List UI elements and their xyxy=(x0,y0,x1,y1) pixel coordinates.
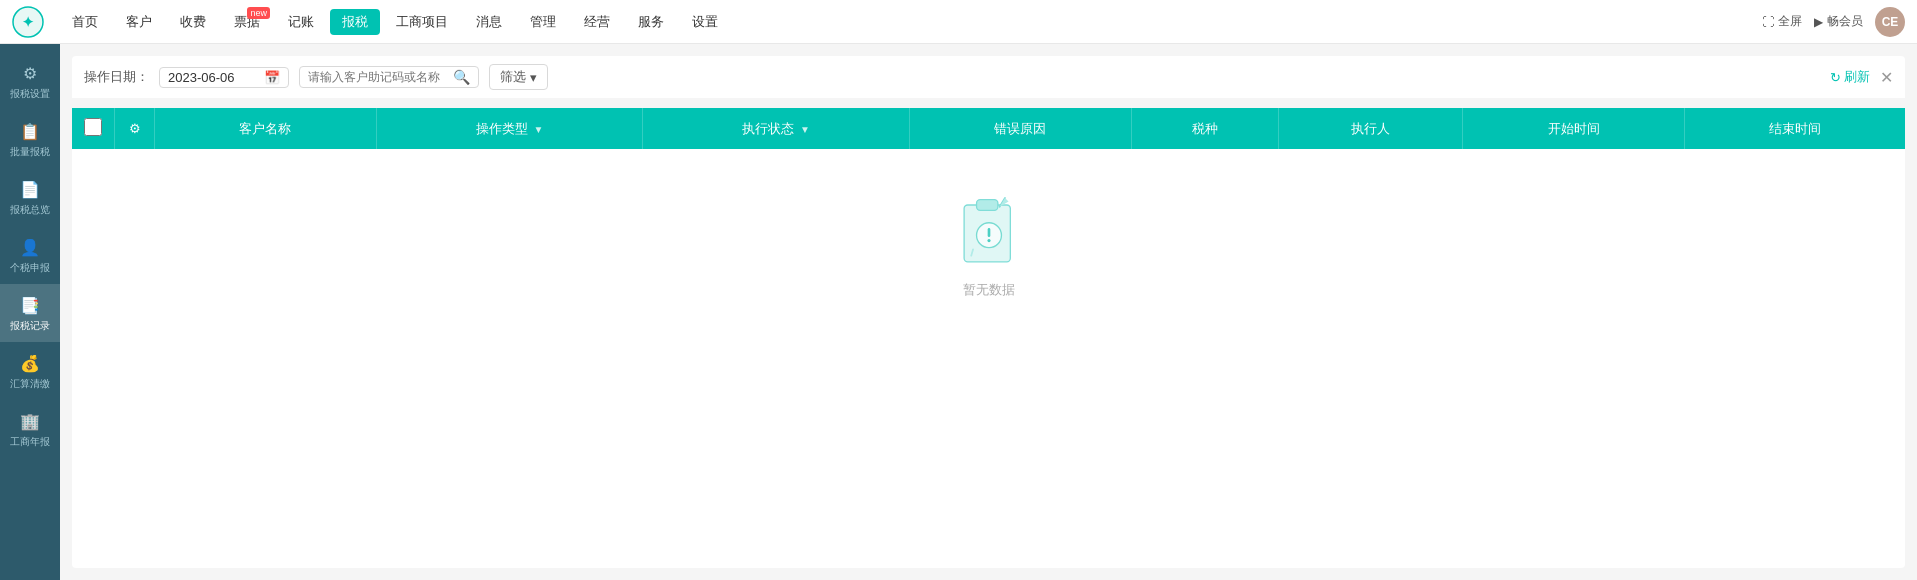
sidebar-label-报税记录: 报税记录 xyxy=(10,319,50,332)
op-type-sort-icon[interactable]: ▼ xyxy=(534,124,544,135)
nav-badge-票据: new xyxy=(247,7,270,20)
sidebar-label-批量报税: 批量报税 xyxy=(10,145,50,158)
svg-text:✦: ✦ xyxy=(22,14,34,30)
refresh-icon: ↻ xyxy=(1830,70,1841,85)
sidebar-item-个税申报[interactable]: 👤 个税申报 xyxy=(0,226,60,284)
exec-status-sort-icon[interactable]: ▼ xyxy=(800,124,810,135)
col-executor: 执行人 xyxy=(1278,108,1462,149)
records-table: ⚙ 客户名称 操作类型 ▼ 执行状态 ▼ xyxy=(72,108,1905,149)
sidebar-icon-批量报税: 📋 xyxy=(19,120,41,142)
sidebar-item-批量报税[interactable]: 📋 批量报税 xyxy=(0,110,60,168)
member-btn[interactable]: ▶ 畅会员 xyxy=(1814,13,1863,30)
sidebar-item-报税记录[interactable]: 📑 报税记录 xyxy=(0,284,60,342)
nav-item-经营[interactable]: 经营 xyxy=(572,9,622,35)
nav-item-记账[interactable]: 记账 xyxy=(276,9,326,35)
table-header: ⚙ 客户名称 操作类型 ▼ 执行状态 ▼ xyxy=(72,108,1905,149)
refresh-button[interactable]: ↻ 刷新 xyxy=(1830,68,1870,86)
nav-item-工商项目[interactable]: 工商项目 xyxy=(384,9,460,35)
empty-state: 暂无数据 xyxy=(72,149,1905,339)
sidebar-item-报税总览[interactable]: 📄 报税总览 xyxy=(0,168,60,226)
search-button[interactable]: 🔍 xyxy=(453,69,470,85)
sidebar-label-报税总览: 报税总览 xyxy=(10,203,50,216)
sidebar-icon-报税设置: ⚙ xyxy=(19,62,41,84)
avatar-text: CE xyxy=(1882,15,1899,29)
member-icon: ▶ xyxy=(1814,15,1823,29)
fullscreen-label: 全屏 xyxy=(1778,13,1802,30)
select-all-header xyxy=(72,108,115,149)
col-op-type: 操作类型 ▼ xyxy=(376,108,643,149)
chevron-down-icon: ▾ xyxy=(530,70,537,85)
date-input[interactable] xyxy=(168,70,258,85)
col-exec-status: 执行状态 ▼ xyxy=(643,108,910,149)
sidebar: ⚙ 报税设置 📋 批量报税 📄 报税总览 👤 个税申报 📑 报税记录 💰 汇算清缴 🏢 工商年报 xyxy=(0,44,60,580)
col-tax-type: 税种 xyxy=(1131,108,1278,149)
filter-label: 筛选 xyxy=(500,68,526,86)
sidebar-label-个税申报: 个税申报 xyxy=(10,261,50,274)
col-error-reason: 错误原因 xyxy=(910,108,1132,149)
nav-item-管理[interactable]: 管理 xyxy=(518,9,568,35)
fullscreen-btn[interactable]: ⛶ 全屏 xyxy=(1762,13,1802,30)
toolbar: 操作日期： 📅 🔍 筛选 ▾ ↻ 刷新 ✕ xyxy=(72,56,1905,98)
empty-illustration xyxy=(949,189,1029,269)
col-start-time: 开始时间 xyxy=(1463,108,1685,149)
date-picker[interactable]: 📅 xyxy=(159,67,289,88)
content-area: 操作日期： 📅 🔍 筛选 ▾ ↻ 刷新 ✕ xyxy=(60,44,1917,580)
search-box: 🔍 xyxy=(299,66,479,88)
sidebar-item-工商年报[interactable]: 🏢 工商年报 xyxy=(0,400,60,458)
close-button[interactable]: ✕ xyxy=(1880,68,1893,87)
sidebar-icon-汇算清缴: 💰 xyxy=(19,352,41,374)
refresh-label: 刷新 xyxy=(1844,68,1870,86)
nav-item-报税[interactable]: 报税 xyxy=(330,9,380,35)
select-all-checkbox[interactable] xyxy=(84,118,102,136)
nav-item-消息[interactable]: 消息 xyxy=(464,9,514,35)
nav-item-设置[interactable]: 设置 xyxy=(680,9,730,35)
sidebar-item-汇算清缴[interactable]: 💰 汇算清缴 xyxy=(0,342,60,400)
app-logo[interactable]: ✦ xyxy=(12,6,44,38)
nav-menu: 首页客户收费票据new记账报税工商项目消息管理经营服务设置 xyxy=(60,9,1762,35)
col-customer-name: 客户名称 xyxy=(155,108,377,149)
sidebar-item-报税设置[interactable]: ⚙ 报税设置 xyxy=(0,52,60,110)
col-end-time: 结束时间 xyxy=(1685,108,1905,149)
sidebar-label-工商年报: 工商年报 xyxy=(10,435,50,448)
member-label: 畅会员 xyxy=(1827,13,1863,30)
svg-rect-3 xyxy=(976,200,997,211)
svg-point-6 xyxy=(987,239,990,242)
sidebar-icon-工商年报: 🏢 xyxy=(19,410,41,432)
empty-text: 暂无数据 xyxy=(963,281,1015,299)
table-container: ⚙ 客户名称 操作类型 ▼ 执行状态 ▼ xyxy=(72,108,1905,568)
nav-item-客户[interactable]: 客户 xyxy=(114,9,164,35)
nav-item-首页[interactable]: 首页 xyxy=(60,9,110,35)
nav-item-服务[interactable]: 服务 xyxy=(626,9,676,35)
sidebar-icon-报税总览: 📄 xyxy=(19,178,41,200)
sidebar-label-报税设置: 报税设置 xyxy=(10,87,50,100)
nav-item-收费[interactable]: 收费 xyxy=(168,9,218,35)
nav-right: ⛶ 全屏 ▶ 畅会员 CE xyxy=(1762,7,1905,37)
nav-item-票据[interactable]: 票据new xyxy=(222,9,272,35)
main-layout: ⚙ 报税设置 📋 批量报税 📄 报税总览 👤 个税申报 📑 报税记录 💰 汇算清缴 🏢 工商年报 操作日期… xyxy=(0,44,1917,580)
settings-icon[interactable]: ⚙ xyxy=(129,121,141,136)
toolbar-right: ↻ 刷新 ✕ xyxy=(1830,68,1893,87)
sidebar-icon-个税申报: 👤 xyxy=(19,236,41,258)
svg-rect-5 xyxy=(987,228,990,237)
calendar-icon: 📅 xyxy=(264,70,280,85)
top-nav: ✦ 首页客户收费票据new记账报税工商项目消息管理经营服务设置 ⛶ 全屏 ▶ 畅… xyxy=(0,0,1917,44)
sidebar-icon-报税记录: 📑 xyxy=(19,294,41,316)
search-input[interactable] xyxy=(308,70,449,84)
gear-header: ⚙ xyxy=(115,108,155,149)
sidebar-label-汇算清缴: 汇算清缴 xyxy=(10,377,50,390)
avatar[interactable]: CE xyxy=(1875,7,1905,37)
date-label: 操作日期： xyxy=(84,68,149,86)
fullscreen-icon: ⛶ xyxy=(1762,15,1774,29)
filter-button[interactable]: 筛选 ▾ xyxy=(489,64,548,90)
